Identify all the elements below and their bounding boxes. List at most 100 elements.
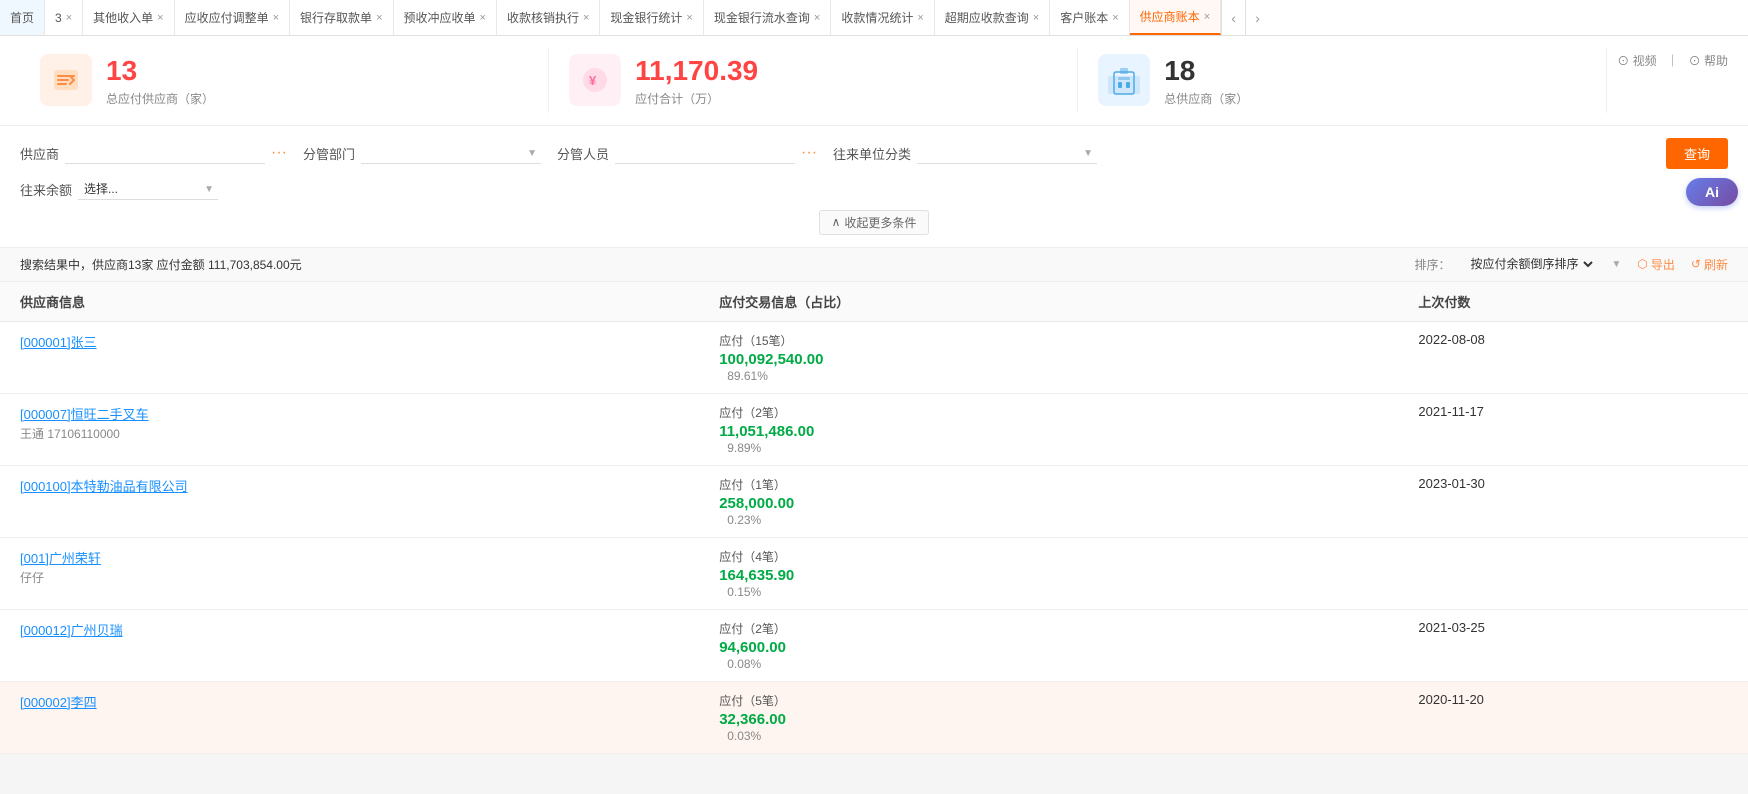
table-row: [000012]广州贝瑞 应付（2笔） 94,600.00 0.08% 2021… xyxy=(0,609,1748,681)
supplier-cell: [000007]恒旺二手叉车王通 17106110000 xyxy=(0,393,699,465)
nav-bank-deposit[interactable]: 银行存取款单 × xyxy=(290,0,393,35)
close-icon[interactable]: × xyxy=(273,12,279,24)
category-select[interactable] xyxy=(917,143,1097,164)
nav-prev-arrow[interactable]: ‹ xyxy=(1221,0,1245,35)
tx-percent: 0.23% xyxy=(727,513,761,527)
nav-prepay-ar[interactable]: 预收冲应收单 × xyxy=(394,0,497,35)
ai-button[interactable]: Ai xyxy=(1686,178,1738,206)
payable-total-number: 11,170.39 xyxy=(635,54,758,88)
tx-cell: 应付（5笔） 32,366.00 0.03% xyxy=(699,681,1398,753)
payable-suppliers-number: 13 xyxy=(106,54,214,88)
supplier-label: 供应商 xyxy=(20,144,59,163)
refresh-icon: ↺ xyxy=(1691,257,1701,271)
nav-customer-ledger[interactable]: 客户账本 × xyxy=(1050,0,1129,35)
close-icon[interactable]: × xyxy=(1204,11,1210,23)
tx-amount[interactable]: 100,092,540.00 xyxy=(719,351,1378,368)
close-icon[interactable]: × xyxy=(66,12,72,24)
person-input[interactable] xyxy=(615,143,795,164)
dept-label: 分管部门 xyxy=(303,144,355,163)
supplier-link[interactable]: [000007]恒旺二手叉车 xyxy=(20,407,149,422)
nav-next-arrow[interactable]: › xyxy=(1245,0,1269,35)
nav-cash-bank-stat[interactable]: 现金银行统计 × xyxy=(600,0,703,35)
person-dots-btn[interactable]: ··· xyxy=(801,145,817,161)
summary-text-payable-suppliers: 13 总应付供应商（家） xyxy=(106,54,214,107)
close-icon[interactable]: × xyxy=(157,12,163,24)
export-icon: ⬡ xyxy=(1637,257,1647,271)
supplier-cell: [001]广州荣轩仔仔 xyxy=(0,537,699,609)
supplier-cell: [000001]张三 xyxy=(0,321,699,393)
supplier-link[interactable]: [000100]本特勒油品有限公司 xyxy=(20,479,188,494)
close-icon[interactable]: × xyxy=(376,12,382,24)
total-suppliers-number: 18 xyxy=(1164,54,1248,88)
col-header-supplier: 供应商信息 xyxy=(0,282,699,322)
tx-amount[interactable]: 32,366.00 xyxy=(719,711,1378,728)
svg-text:¥: ¥ xyxy=(589,73,597,88)
close-icon[interactable]: × xyxy=(814,12,820,24)
supplier-link[interactable]: [000012]广州贝瑞 xyxy=(20,623,123,638)
summary-card-payable-suppliers: 13 总应付供应商（家） xyxy=(20,48,549,113)
nav-cash-bank-flow[interactable]: 现金银行流水查询 × xyxy=(704,0,831,35)
tx-cell: 应付（15笔） 100,092,540.00 89.61% xyxy=(699,321,1398,393)
last-pay-cell: 2022-08-08 xyxy=(1398,321,1748,393)
payable-suppliers-icon xyxy=(40,54,92,106)
summary-text-payable-total: 11,170.39 应付合计（万） xyxy=(635,54,758,107)
tx-amount[interactable]: 94,600.00 xyxy=(719,639,1378,656)
nav-overdue-ar[interactable]: 超期应收款查询 × xyxy=(935,0,1050,35)
summary-text-total-suppliers: 18 总供应商（家） xyxy=(1164,54,1248,107)
table-row: [000100]本特勒油品有限公司 应付（1笔） 258,000.00 0.23… xyxy=(0,465,1748,537)
tx-label: 应付（5笔） xyxy=(719,694,786,708)
supplier-dots-btn[interactable]: ··· xyxy=(271,145,287,161)
dept-select[interactable] xyxy=(361,143,541,164)
last-pay-cell: 2023-01-30 xyxy=(1398,465,1748,537)
result-actions: 排序： 按应付余额倒序排序 ▼ ⬡ 导出 ↺ 刷新 xyxy=(1415,256,1729,273)
col-header-tx: 应付交易信息（占比） xyxy=(699,282,1398,322)
nav-ar-ap-adjust[interactable]: 应收应付调整单 × xyxy=(175,0,290,35)
tx-percent: 89.61% xyxy=(727,369,768,383)
video-link[interactable]: ⊙ 视频 xyxy=(1617,52,1656,69)
balance-label: 往来余额 xyxy=(20,180,72,199)
export-button[interactable]: ⬡ 导出 xyxy=(1637,256,1675,273)
category-select-wrap: ▼ xyxy=(917,143,1097,164)
supplier-link[interactable]: [000002]李四 xyxy=(20,695,97,710)
payable-total-icon: ¥ xyxy=(569,54,621,106)
supplier-input[interactable] xyxy=(65,143,265,164)
tx-amount[interactable]: 258,000.00 xyxy=(719,495,1378,512)
supplier-link[interactable]: [001]广州荣轩 xyxy=(20,551,101,566)
filter-area: 供应商 ··· 分管部门 ▼ 分管人员 ··· 往来单位分类 xyxy=(0,126,1748,248)
close-icon[interactable]: × xyxy=(480,12,486,24)
result-bar: 搜索结果中，供应商13家 应付金额 111,703,854.00元 排序： 按应… xyxy=(0,248,1748,282)
nav-receipt-exec[interactable]: 收款核销执行 × xyxy=(497,0,600,35)
query-button[interactable]: 查询 xyxy=(1666,138,1728,169)
close-icon[interactable]: × xyxy=(917,12,923,24)
collapse-button[interactable]: ∧ 收起更多条件 xyxy=(819,210,930,235)
last-pay-cell: 2020-11-20 xyxy=(1398,681,1748,753)
nav-receipt-stat[interactable]: 收款情况统计 × xyxy=(831,0,934,35)
tx-percent: 0.08% xyxy=(727,657,761,671)
tx-label: 应付（1笔） xyxy=(719,478,786,492)
close-icon[interactable]: × xyxy=(1033,12,1039,24)
balance-select[interactable]: 选择... xyxy=(78,179,218,200)
nav-home[interactable]: 首页 xyxy=(0,0,45,35)
tx-cell: 应付（4笔） 164,635.90 0.15% xyxy=(699,537,1398,609)
sort-select[interactable]: 按应付余额倒序排序 xyxy=(1467,256,1596,272)
payable-suppliers-label: 总应付供应商（家） xyxy=(106,90,214,107)
help-link[interactable]: ⊙ 帮助 xyxy=(1689,52,1728,69)
filter-balance: 往来余额 选择... ▼ xyxy=(20,179,218,200)
nav-supplier-ledger[interactable]: 供应商账本 × xyxy=(1130,0,1221,35)
result-info: 搜索结果中，供应商13家 应付金额 111,703,854.00元 xyxy=(20,256,302,273)
filter-row-2: 往来余额 选择... ▼ xyxy=(20,179,1728,200)
nav-other-income[interactable]: 其他收入单 × xyxy=(83,0,174,35)
filter-person: 分管人员 ··· xyxy=(557,143,817,164)
refresh-button[interactable]: ↺ 刷新 xyxy=(1691,256,1728,273)
supplier-link[interactable]: [000001]张三 xyxy=(20,335,97,350)
tx-amount[interactable]: 11,051,486.00 xyxy=(719,423,1378,440)
data-table: 供应商信息 应付交易信息（占比） 上次付数 [000001]张三 应付（15笔）… xyxy=(0,282,1748,754)
close-icon[interactable]: × xyxy=(686,12,692,24)
tx-amount[interactable]: 164,635.90 xyxy=(719,567,1378,584)
filter-category: 往来单位分类 ▼ xyxy=(833,143,1097,164)
nav-tab3[interactable]: 3 × xyxy=(45,0,83,35)
tx-percent: 9.89% xyxy=(727,441,761,455)
close-icon[interactable]: × xyxy=(1112,12,1118,24)
close-icon[interactable]: × xyxy=(583,12,589,24)
sort-label: 排序： xyxy=(1415,256,1451,273)
